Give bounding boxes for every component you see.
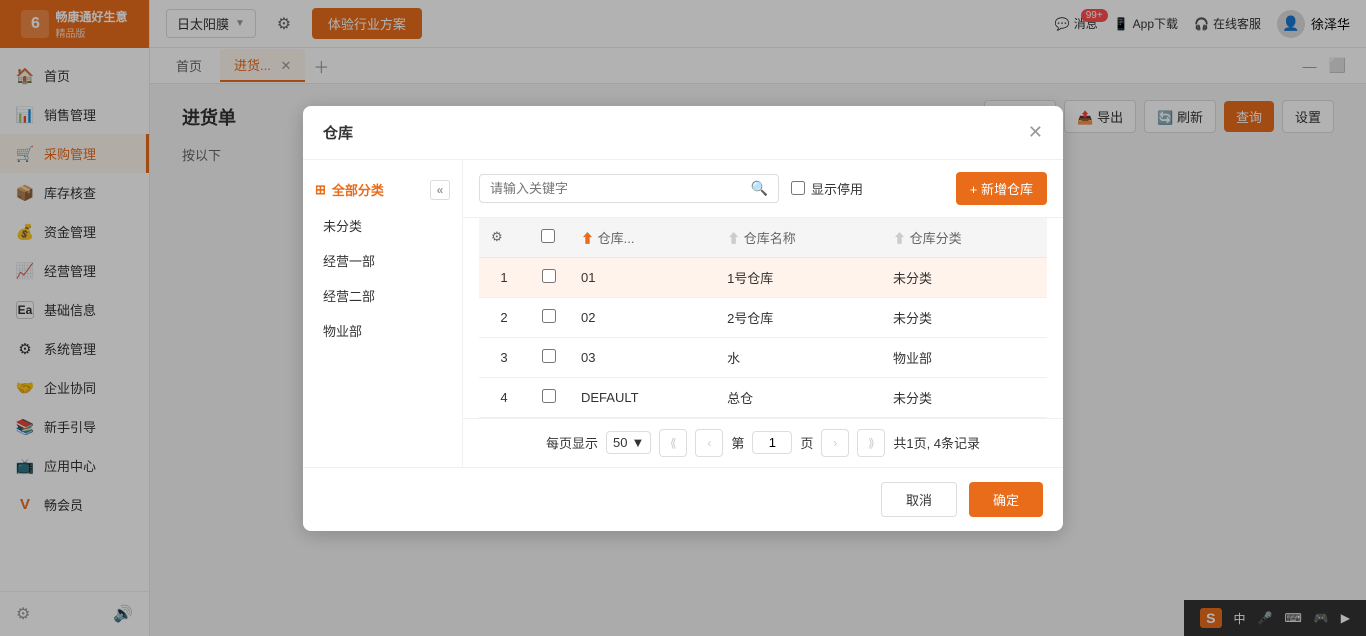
- pagination-area: 每页显示 50 ▼ ⟪ ‹ 第 页 › ⟫ 共1页, 4条记录: [463, 418, 1063, 467]
- row-category-4: 未分类: [881, 377, 1047, 417]
- per-page-select[interactable]: 50 ▼: [606, 431, 651, 454]
- table-row[interactable]: 3 03 水 物业部: [479, 337, 1047, 377]
- modal-category-dept1[interactable]: 经营一部: [303, 243, 462, 278]
- modal-header: 仓库 ✕: [303, 106, 1063, 160]
- col-header-check: [529, 218, 569, 258]
- row-check-2[interactable]: [529, 297, 569, 337]
- page-label-before: 第: [731, 433, 744, 452]
- col-header-setting: ⚙: [479, 218, 529, 258]
- show-disabled-label: 显示停用: [791, 179, 863, 198]
- row-id-1: 01: [569, 257, 715, 297]
- table-body: 1 01 1号仓库 未分类 2: [479, 257, 1047, 417]
- row-name-1: 1号仓库: [715, 257, 881, 297]
- total-label: 共1页, 4条记录: [893, 433, 980, 452]
- collapse-button[interactable]: «: [430, 180, 450, 200]
- modal-actions: 取消 确定: [303, 467, 1063, 531]
- modal-toolbar: 🔍 显示停用 + 新增仓库: [463, 160, 1063, 218]
- row-check-3[interactable]: [529, 337, 569, 377]
- table-row[interactable]: 4 DEFAULT 总仓 未分类: [479, 377, 1047, 417]
- row-id-3: 03: [569, 337, 715, 377]
- select-all-checkbox[interactable]: [541, 229, 555, 243]
- modal-body: ⊞ 全部分类 « 未分类 经营一部 经营二部 物业部: [303, 160, 1063, 467]
- warehouse-modal: 仓库 ✕ ⊞ 全部分类 « 未分类 经营一部 经营二部: [303, 106, 1063, 531]
- add-warehouse-button[interactable]: + 新增仓库: [956, 172, 1047, 205]
- sort-icon: ⬆: [581, 231, 594, 246]
- col-header-category: ⬆ 仓库分类: [881, 218, 1047, 258]
- warehouse-table-wrap: ⚙ ⬆ 仓库... ⬆ 仓库名称: [463, 218, 1063, 418]
- grid-icon: ⊞: [315, 182, 326, 198]
- row-category-3: 物业部: [881, 337, 1047, 377]
- modal-overlay: 仓库 ✕ ⊞ 全部分类 « 未分类 经营一部 经营二部: [0, 0, 1366, 636]
- row-id-4: DEFAULT: [569, 377, 715, 417]
- cancel-button[interactable]: 取消: [881, 482, 957, 517]
- first-page-button[interactable]: ⟪: [659, 429, 687, 457]
- page-number-input[interactable]: [752, 431, 792, 454]
- all-category-label: 全部分类: [332, 180, 384, 199]
- table-row[interactable]: 2 02 2号仓库 未分类: [479, 297, 1047, 337]
- sort-icon2: ⬆: [727, 231, 740, 246]
- search-input[interactable]: [490, 181, 745, 196]
- confirm-button[interactable]: 确定: [969, 482, 1043, 517]
- table-row[interactable]: 1 01 1号仓库 未分类: [479, 257, 1047, 297]
- search-icon: 🔍: [751, 180, 768, 197]
- table-header: ⚙ ⬆ 仓库... ⬆ 仓库名称: [479, 218, 1047, 258]
- sort-icon3: ⬆: [893, 231, 906, 246]
- modal-category-sidebar: ⊞ 全部分类 « 未分类 经营一部 经营二部 物业部: [303, 160, 463, 467]
- page-label: 页: [800, 433, 813, 452]
- modal-category-dept2[interactable]: 经营二部: [303, 278, 462, 313]
- next-page-button[interactable]: ›: [821, 429, 849, 457]
- last-page-button[interactable]: ⟫: [857, 429, 885, 457]
- row-category-1: 未分类: [881, 257, 1047, 297]
- prev-page-button[interactable]: ‹: [695, 429, 723, 457]
- row-name-4: 总仓: [715, 377, 881, 417]
- per-page-label: 每页显示: [546, 433, 598, 452]
- row-setting-2: 2: [479, 297, 529, 337]
- modal-sidebar-header: ⊞ 全部分类 «: [303, 172, 462, 208]
- modal-category-property[interactable]: 物业部: [303, 313, 462, 348]
- modal-title: 仓库: [323, 122, 353, 143]
- row-setting-3: 3: [479, 337, 529, 377]
- row-setting-4: 4: [479, 377, 529, 417]
- warehouse-search-box: 🔍: [479, 174, 779, 203]
- row-check-1[interactable]: [529, 257, 569, 297]
- col-header-id: ⬆ 仓库...: [569, 218, 715, 258]
- modal-close-button[interactable]: ✕: [1028, 123, 1043, 141]
- modal-category-unclassified[interactable]: 未分类: [303, 208, 462, 243]
- row-name-2: 2号仓库: [715, 297, 881, 337]
- row-id-2: 02: [569, 297, 715, 337]
- dropdown-icon: ▼: [631, 435, 644, 450]
- row-name-3: 水: [715, 337, 881, 377]
- row-check-4[interactable]: [529, 377, 569, 417]
- row-setting-1: 1: [479, 257, 529, 297]
- show-disabled-checkbox[interactable]: [791, 181, 805, 195]
- warehouse-table: ⚙ ⬆ 仓库... ⬆ 仓库名称: [479, 218, 1047, 418]
- col-header-name: ⬆ 仓库名称: [715, 218, 881, 258]
- modal-right-area: 🔍 显示停用 + 新增仓库 ⚙: [463, 160, 1063, 467]
- row-category-2: 未分类: [881, 297, 1047, 337]
